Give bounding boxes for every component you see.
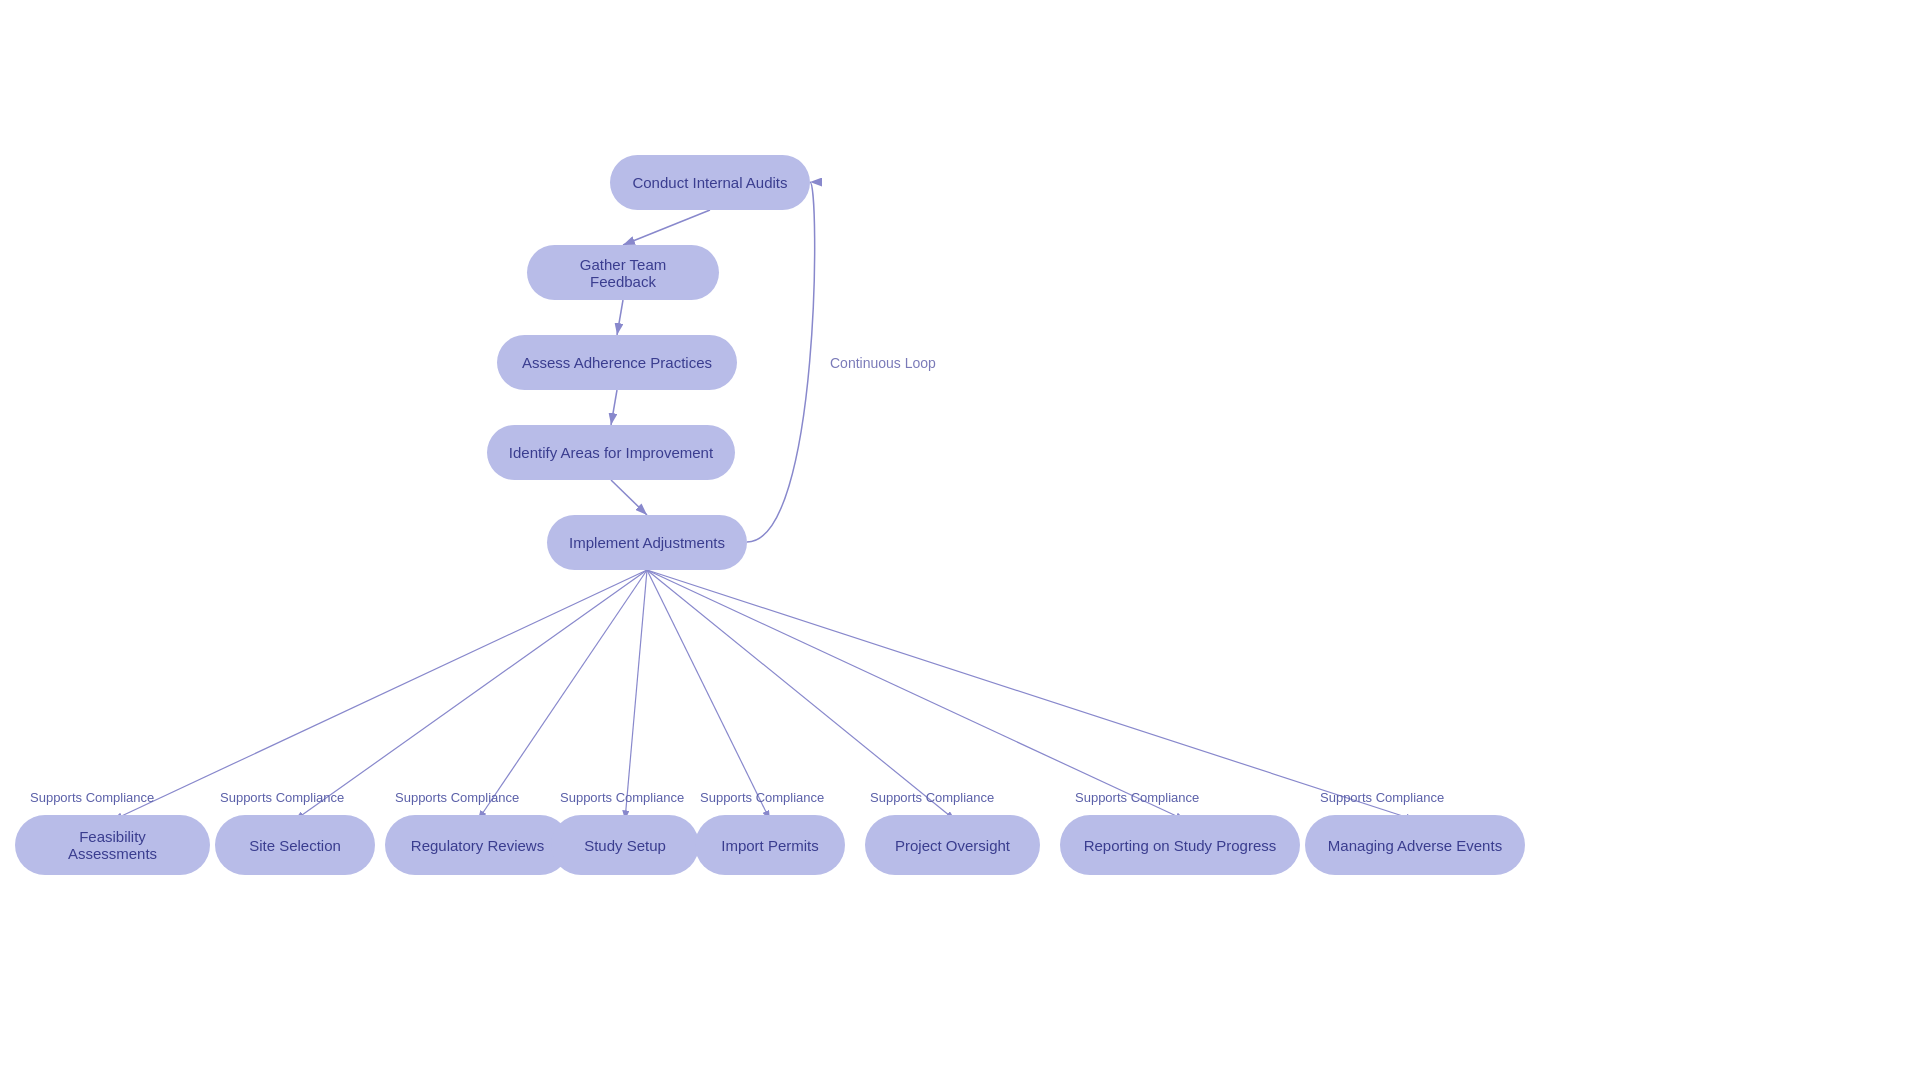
- svg-line-12: [647, 570, 1185, 820]
- assess-adherence-label: Assess Adherence Practices: [522, 354, 712, 371]
- site-selection-label: Site Selection: [249, 837, 341, 854]
- svg-line-13: [647, 570, 1415, 820]
- study-setup-node: Study Setup: [551, 815, 699, 875]
- supports-compliance-feasibility: Supports Compliance: [30, 790, 154, 805]
- svg-line-2: [623, 210, 710, 245]
- regulatory-reviews-node: Regulatory Reviews: [385, 815, 570, 875]
- identify-areas-label: Identify Areas for Improvement: [509, 444, 713, 461]
- supports-compliance-managing: Supports Compliance: [1320, 790, 1444, 805]
- managing-adverse-node: Managing Adverse Events: [1305, 815, 1525, 875]
- regulatory-reviews-label: Regulatory Reviews: [411, 837, 544, 854]
- conduct-internal-audits-node: Conduct Internal Audits: [610, 155, 810, 210]
- import-permits-node: Import Permits: [695, 815, 845, 875]
- study-setup-label: Study Setup: [584, 837, 666, 854]
- identify-areas-node: Identify Areas for Improvement: [487, 425, 735, 480]
- svg-line-7: [295, 570, 647, 820]
- assess-adherence-node: Assess Adherence Practices: [497, 335, 737, 390]
- site-selection-node: Site Selection: [215, 815, 375, 875]
- supports-compliance-import: Supports Compliance: [700, 790, 824, 805]
- reporting-node: Reporting on Study Progress: [1060, 815, 1300, 875]
- diagram-container: Conduct Internal Audits Gather Team Feed…: [0, 0, 1920, 1083]
- svg-line-9: [625, 570, 647, 820]
- implement-adjustments-node: Implement Adjustments: [547, 515, 747, 570]
- svg-line-6: [113, 570, 647, 820]
- svg-line-8: [478, 570, 647, 820]
- conduct-internal-audits-label: Conduct Internal Audits: [632, 174, 787, 191]
- svg-line-3: [617, 300, 623, 335]
- svg-line-10: [647, 570, 770, 820]
- implement-adjustments-label: Implement Adjustments: [569, 534, 725, 551]
- supports-compliance-reporting: Supports Compliance: [1075, 790, 1199, 805]
- gather-team-feedback-node: Gather Team Feedback: [527, 245, 719, 300]
- continuous-loop-label: Continuous Loop: [830, 355, 936, 371]
- managing-adverse-label: Managing Adverse Events: [1328, 837, 1502, 854]
- project-oversight-label: Project Oversight: [895, 837, 1010, 854]
- svg-line-4: [611, 390, 617, 425]
- project-oversight-node: Project Oversight: [865, 815, 1040, 875]
- import-permits-label: Import Permits: [721, 837, 819, 854]
- feasibility-assessments-node: Feasibility Assessments: [15, 815, 210, 875]
- svg-line-5: [611, 480, 647, 515]
- svg-line-11: [647, 570, 955, 820]
- supports-compliance-project: Supports Compliance: [870, 790, 994, 805]
- supports-compliance-study: Supports Compliance: [560, 790, 684, 805]
- supports-compliance-site: Supports Compliance: [220, 790, 344, 805]
- reporting-label: Reporting on Study Progress: [1084, 837, 1277, 854]
- feasibility-label: Feasibility Assessments: [35, 828, 190, 862]
- supports-compliance-regulatory: Supports Compliance: [395, 790, 519, 805]
- connections-svg: [0, 0, 1920, 1083]
- gather-team-feedback-label: Gather Team Feedback: [547, 256, 699, 290]
